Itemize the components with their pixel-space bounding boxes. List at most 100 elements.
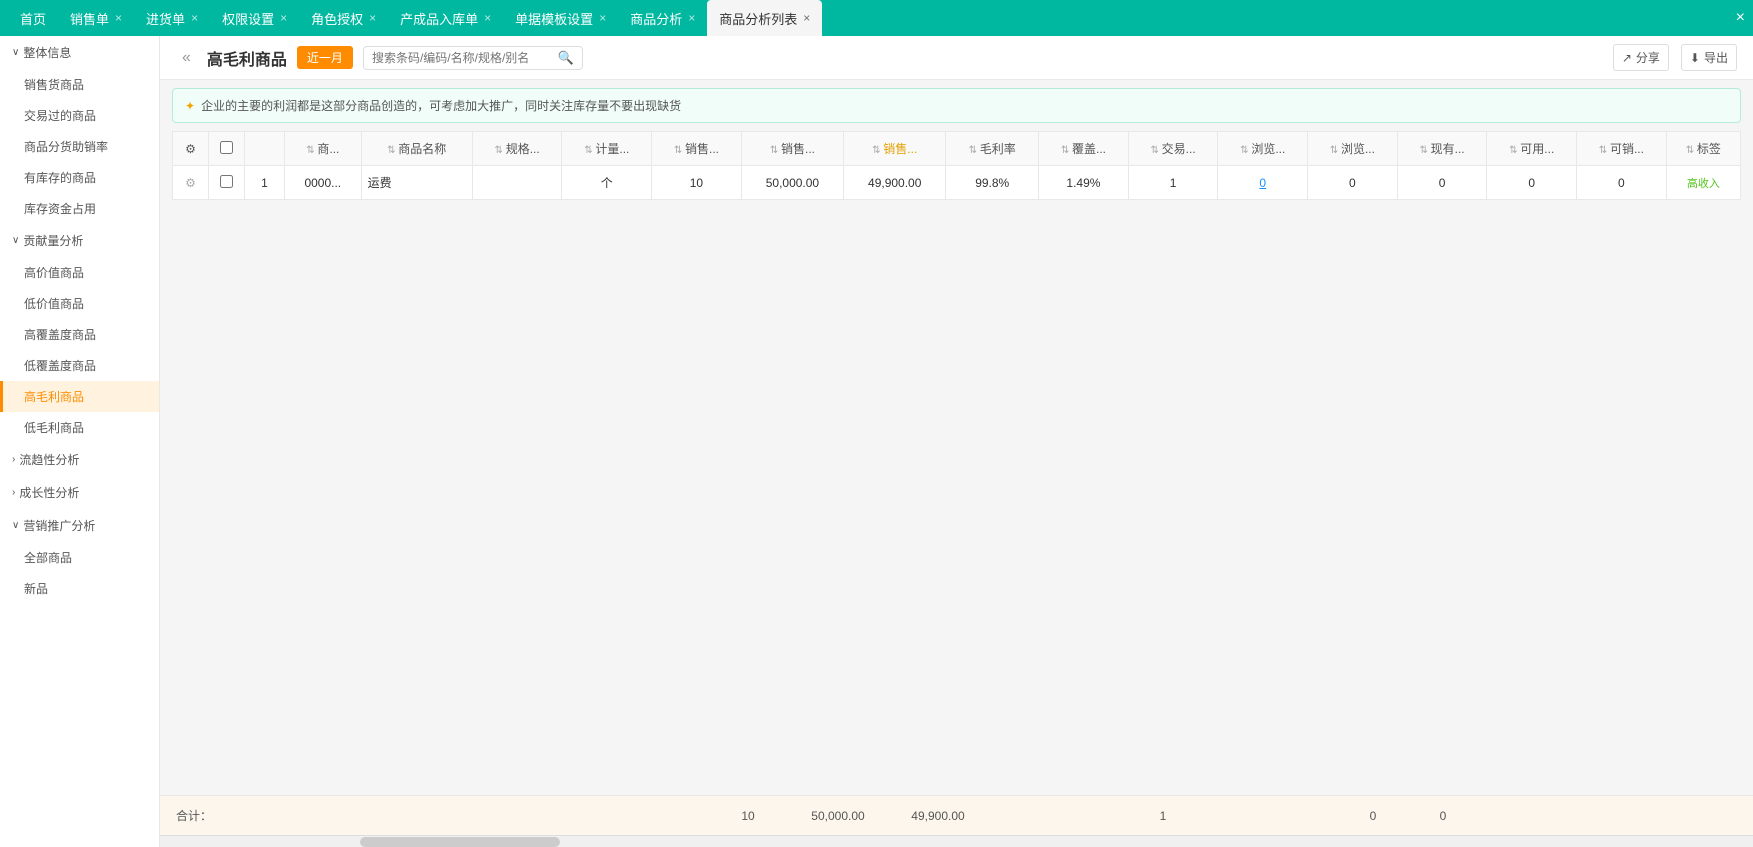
search-icon[interactable]: 🔍 xyxy=(558,50,574,66)
col-tag[interactable]: 标签 xyxy=(1666,132,1740,166)
close-analysis-list-tab[interactable]: × xyxy=(803,11,810,25)
col-saleable[interactable]: 可销... xyxy=(1577,132,1667,166)
sidebar-section-overall[interactable]: ∨ 整体信息 xyxy=(0,36,159,69)
sidebar-item-in-stock[interactable]: 有库存的商品 xyxy=(0,162,159,193)
export-button[interactable]: ⬇ 导出 xyxy=(1681,44,1737,71)
horizontal-scrollbar[interactable] xyxy=(160,835,1753,847)
close-product-inbound-tab[interactable]: × xyxy=(484,11,491,25)
share-icon: ↗ xyxy=(1622,51,1632,65)
search-box: 🔍 xyxy=(363,46,583,70)
col-gross-rate[interactable]: 毛利率 xyxy=(946,132,1039,166)
row-sales-amount: 50,000.00 xyxy=(741,166,843,200)
sidebar-item-high-coverage[interactable]: 高覆盖度商品 xyxy=(0,319,159,350)
col-code[interactable]: 商... xyxy=(285,132,362,166)
data-table: ⚙ 商... 商品名称 规格... 计量... 销售... 销售... 销售..… xyxy=(172,131,1741,200)
row-checkbox[interactable] xyxy=(220,175,233,188)
close-template-tab[interactable]: × xyxy=(599,11,606,25)
col-gear[interactable]: ⚙ xyxy=(173,132,209,166)
col-coverage[interactable]: 覆盖... xyxy=(1039,132,1129,166)
content-header: « 高毛利商品 近一月 🔍 ↗ 分享 ⬇ 导出 xyxy=(160,36,1753,80)
sidebar-item-sales-goods[interactable]: 销售货商品 xyxy=(0,69,159,100)
col-view1[interactable]: 浏览... xyxy=(1218,132,1308,166)
close-analysis-tab[interactable]: × xyxy=(688,11,695,25)
sidebar-item-low-value[interactable]: 低价值商品 xyxy=(0,288,159,319)
info-banner: ✦ 企业的主要的利润都是这部分商品创造的，可考虑加大推广，同时关注库存量不要出现… xyxy=(172,88,1741,123)
col-name[interactable]: 商品名称 xyxy=(361,132,472,166)
col-current[interactable]: 现有... xyxy=(1397,132,1487,166)
close-sales-tab[interactable]: × xyxy=(115,11,122,25)
info-icon: ✦ xyxy=(185,99,195,113)
sidebar-section-marketing[interactable]: ∨ 营销推广分析 xyxy=(0,509,159,542)
col-sales-cost[interactable]: 销售... xyxy=(844,132,946,166)
row-coverage: 1.49% xyxy=(1039,166,1129,200)
footer-bar: 合计： 10 50,000.00 49,900.00 1 0 0 xyxy=(160,795,1753,835)
sidebar-item-high-margin[interactable]: 高毛利商品 xyxy=(0,381,159,412)
nav-home[interactable]: 首页 xyxy=(8,0,58,36)
col-unit[interactable]: 计量... xyxy=(562,132,652,166)
header-actions: ↗ 分享 ⬇ 导出 xyxy=(1613,44,1737,71)
col-seq xyxy=(245,132,285,166)
sidebar-item-goods-assist-rate[interactable]: 商品分货助销率 xyxy=(0,131,159,162)
select-all-checkbox[interactable] xyxy=(220,141,233,154)
close-roles-tab[interactable]: × xyxy=(369,11,376,25)
nav-product-analysis[interactable]: 商品分析 × xyxy=(618,0,707,36)
row-tag: 高收入 xyxy=(1666,166,1740,200)
row-name: 运费 xyxy=(361,166,472,200)
col-sales-amount[interactable]: 销售... xyxy=(741,132,843,166)
share-button[interactable]: ↗ 分享 xyxy=(1613,44,1669,71)
row-gear[interactable]: ⚙ xyxy=(173,166,209,200)
nav-permissions[interactable]: 权限设置 × xyxy=(210,0,299,36)
footer-total-label: 合计： xyxy=(176,807,256,824)
footer-trade: 1 xyxy=(1128,809,1198,823)
export-icon: ⬇ xyxy=(1690,51,1700,65)
sidebar-item-stock-capital[interactable]: 库存资金占用 xyxy=(0,193,159,224)
sidebar-section-flow[interactable]: › 流趋性分析 xyxy=(0,443,159,476)
search-input[interactable] xyxy=(372,51,558,65)
sidebar-item-all-goods[interactable]: 全部商品 xyxy=(0,542,159,573)
sidebar-item-low-coverage[interactable]: 低覆盖度商品 xyxy=(0,350,159,381)
nav-product-inbound[interactable]: 产成品入库单 × xyxy=(388,0,503,36)
col-trade[interactable]: 交易... xyxy=(1128,132,1218,166)
arrow-flow: › xyxy=(12,454,15,465)
row-view1[interactable]: 0 xyxy=(1218,166,1308,200)
row-usable: 0 xyxy=(1487,166,1577,200)
footer-usable: 0 xyxy=(1408,809,1478,823)
col-usable[interactable]: 可用... xyxy=(1487,132,1577,166)
sidebar-section-growth[interactable]: › 成长性分析 xyxy=(0,476,159,509)
table-header-row: ⚙ 商... 商品名称 规格... 计量... 销售... 销售... 销售..… xyxy=(173,132,1741,166)
scrollbar-thumb[interactable] xyxy=(360,837,560,847)
footer-sales-cost: 49,900.00 xyxy=(888,809,988,823)
nav-template-settings[interactable]: 单据模板设置 × xyxy=(503,0,618,36)
nav-sales[interactable]: 销售单 × xyxy=(58,0,134,36)
col-sales-qty[interactable]: 销售... xyxy=(652,132,742,166)
sidebar-item-low-margin[interactable]: 低毛利商品 xyxy=(0,412,159,443)
row-trade: 1 xyxy=(1128,166,1218,200)
arrow-growth: › xyxy=(12,487,15,498)
nav-roles[interactable]: 角色授权 × xyxy=(299,0,388,36)
col-check xyxy=(209,132,245,166)
row-current: 0 xyxy=(1397,166,1487,200)
col-spec[interactable]: 规格... xyxy=(472,132,562,166)
row-code: 0000... xyxy=(285,166,362,200)
arrow-contribution: ∨ xyxy=(12,235,19,246)
time-filter-button[interactable]: 近一月 xyxy=(297,46,353,69)
sidebar-collapse-button[interactable]: « xyxy=(176,47,197,69)
page-title: 高毛利商品 xyxy=(207,46,287,70)
nav-purchase[interactable]: 进货单 × xyxy=(134,0,210,36)
sidebar-item-traded-goods[interactable]: 交易过的商品 xyxy=(0,100,159,131)
sidebar-item-new-goods[interactable]: 新品 xyxy=(0,573,159,604)
sidebar-item-high-value[interactable]: 高价值商品 xyxy=(0,257,159,288)
arrow-overall: ∨ xyxy=(12,47,19,58)
nav-analysis-list[interactable]: 商品分析列表 × xyxy=(707,0,822,36)
sidebar-section-contribution[interactable]: ∨ 贡献量分析 xyxy=(0,224,159,257)
close-permissions-tab[interactable]: × xyxy=(280,11,287,25)
row-seq: 1 xyxy=(245,166,285,200)
col-view2[interactable]: 浏览... xyxy=(1308,132,1398,166)
footer-cells: 10 50,000.00 49,900.00 1 0 0 xyxy=(256,809,1737,823)
arrow-marketing: ∨ xyxy=(12,520,19,531)
table-container[interactable]: ⚙ 商... 商品名称 规格... 计量... 销售... 销售... 销售..… xyxy=(172,131,1741,795)
row-view2: 0 xyxy=(1308,166,1398,200)
close-purchase-tab[interactable]: × xyxy=(191,11,198,25)
close-window-button[interactable]: × xyxy=(1736,9,1745,27)
main-layout: ∨ 整体信息 销售货商品 交易过的商品 商品分货助销率 有库存的商品 库存资金占… xyxy=(0,36,1753,847)
